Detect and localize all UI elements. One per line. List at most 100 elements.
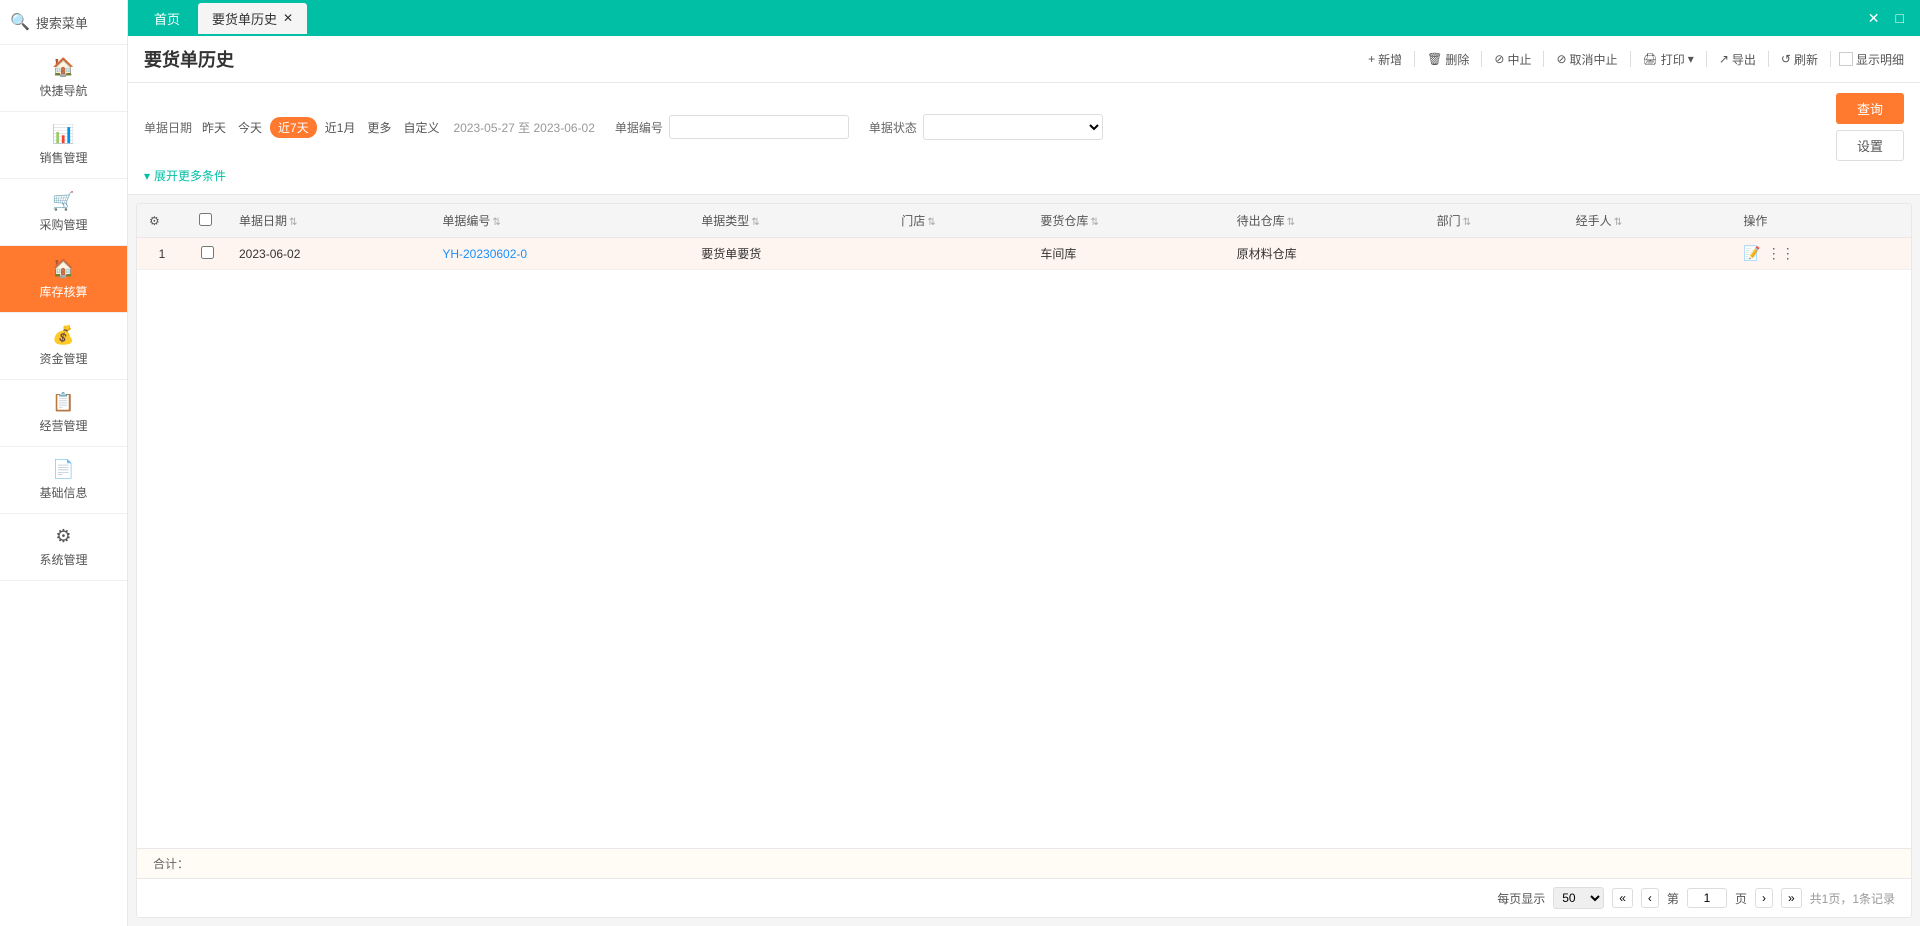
sidebar-item-label: 销售管理 bbox=[39, 149, 87, 166]
cancel-stop-label: 取消中止 bbox=[1570, 51, 1618, 68]
tab-requisition-history[interactable]: 要货单历史 ✕ bbox=[198, 3, 307, 34]
page-title: 要货单历史 bbox=[144, 46, 234, 72]
table-header-row: ⚙ 单据日期⇅ 单据编号⇅ 单据类型⇅ bbox=[137, 204, 1911, 238]
row-more-icon[interactable]: ⋮⋮ bbox=[1767, 245, 1795, 262]
sidebar-search[interactable]: 🔍 搜索菜单 bbox=[0, 0, 127, 45]
home-icon: 🏠 bbox=[52, 57, 74, 78]
total-info: 共1页，1条记录 bbox=[1810, 890, 1895, 907]
refresh-button[interactable]: ↺ 刷新 bbox=[1777, 49, 1822, 70]
date-more-btn[interactable]: 更多 bbox=[363, 117, 395, 138]
req-warehouse-sort-icon[interactable]: ⇅ bbox=[1090, 217, 1098, 228]
window-maximize-icon[interactable]: □ bbox=[1892, 8, 1908, 28]
select-all-checkbox[interactable] bbox=[199, 213, 212, 226]
stop-button[interactable]: ⊘ 中止 bbox=[1490, 49, 1535, 70]
topbar: 首页 要货单历史 ✕ ✕ □ bbox=[128, 0, 1920, 36]
store-sort-icon[interactable]: ⇅ bbox=[927, 217, 935, 228]
pending-warehouse-sort-icon[interactable]: ⇅ bbox=[1287, 217, 1295, 228]
expand-more-icon: ▾ bbox=[144, 169, 150, 183]
page-number-input[interactable] bbox=[1687, 888, 1727, 908]
department-sort-icon[interactable]: ⇅ bbox=[1463, 217, 1471, 228]
date-range-display: 2023-05-27 至 2023-06-02 bbox=[453, 119, 594, 136]
sidebar-item-inventory[interactable]: 🏠 库存核算 bbox=[0, 246, 127, 313]
export-button[interactable]: ↗ 导出 bbox=[1715, 49, 1760, 70]
row-number-link[interactable]: YH-20230602-0 bbox=[442, 247, 527, 261]
sidebar-item-operations[interactable]: 📋 经营管理 bbox=[0, 380, 127, 447]
sidebar-item-basic[interactable]: 📄 基础信息 bbox=[0, 447, 127, 514]
sidebar-item-sales[interactable]: 📊 销售管理 bbox=[0, 112, 127, 179]
next-page-btn[interactable]: › bbox=[1755, 888, 1773, 908]
print-icon: 🖨 bbox=[1643, 52, 1658, 66]
date-filter: 单据日期 昨天 今天 近7天 近1月 更多 自定义 2023-05-27 至 2… bbox=[144, 117, 595, 138]
summary-label: 合计： bbox=[153, 857, 189, 871]
page-header: 要货单历史 + 新增 🗑 删除 ⊘ 中止 ⊘ bbox=[128, 36, 1920, 83]
prev-page-btn[interactable]: ‹ bbox=[1641, 888, 1659, 908]
expand-more-btn[interactable]: ▾ 展开更多条件 bbox=[144, 167, 1904, 184]
date-last7days-btn[interactable]: 近7天 bbox=[270, 117, 317, 138]
divider2 bbox=[1481, 51, 1482, 67]
display-detail-label: 显示明细 bbox=[1856, 51, 1904, 68]
search-icon: 🔍 bbox=[10, 12, 30, 32]
row-edit-icon[interactable]: 📝 bbox=[1743, 245, 1760, 262]
sidebar-item-finance[interactable]: 💰 资金管理 bbox=[0, 313, 127, 380]
setting-button[interactable]: 设置 bbox=[1836, 130, 1904, 161]
number-sort-icon[interactable]: ⇅ bbox=[492, 217, 500, 228]
purchase-icon: 🛒 bbox=[52, 191, 74, 212]
date-sort-icon[interactable]: ⇅ bbox=[289, 217, 297, 228]
type-col-header: 单据类型⇅ bbox=[689, 204, 889, 238]
sidebar-item-label: 基础信息 bbox=[39, 484, 87, 501]
new-button[interactable]: + 新增 bbox=[1364, 49, 1406, 70]
doc-number-filter: 单据编号 bbox=[615, 115, 849, 139]
divider6 bbox=[1768, 51, 1769, 67]
row-department-cell bbox=[1425, 238, 1564, 270]
row-checkbox[interactable] bbox=[201, 246, 214, 259]
delete-icon: 🗑 bbox=[1427, 52, 1442, 66]
row-handler-cell bbox=[1564, 238, 1732, 270]
date-custom-btn[interactable]: 自定义 bbox=[399, 117, 443, 138]
cancel-stop-icon: ⊘ bbox=[1556, 52, 1566, 66]
pagination-bar: 每页显示 50 20 100 « ‹ 第 页 › » 共1页，1条记录 bbox=[137, 878, 1911, 917]
handler-sort-icon[interactable]: ⇅ bbox=[1614, 217, 1622, 228]
query-button[interactable]: 查询 bbox=[1836, 93, 1904, 124]
window-close-icon[interactable]: ✕ bbox=[1864, 8, 1884, 29]
filter-bar: 单据日期 昨天 今天 近7天 近1月 更多 自定义 2023-05-27 至 2… bbox=[128, 83, 1920, 195]
sales-icon: 📊 bbox=[52, 124, 74, 145]
tab-requisition-label: 要货单历史 bbox=[212, 9, 277, 28]
settings-col-header[interactable]: ⚙ bbox=[137, 204, 187, 238]
store-col-header: 门店⇅ bbox=[889, 204, 1028, 238]
first-page-btn[interactable]: « bbox=[1612, 888, 1633, 908]
divider5 bbox=[1706, 51, 1707, 67]
date-today-btn[interactable]: 今天 bbox=[234, 117, 266, 138]
delete-button[interactable]: 🗑 删除 bbox=[1423, 49, 1473, 70]
cancel-stop-button[interactable]: ⊘ 取消中止 bbox=[1552, 49, 1621, 70]
sidebar-item-quick-nav[interactable]: 🏠 快捷导航 bbox=[0, 45, 127, 112]
display-detail-checkbox[interactable] bbox=[1839, 52, 1853, 66]
date-yesterday-btn[interactable]: 昨天 bbox=[198, 117, 230, 138]
sidebar-search-label: 搜索菜单 bbox=[36, 13, 88, 32]
row-type-cell: 要货单要货 bbox=[689, 238, 889, 270]
print-button[interactable]: 🖨 打印 ▾ bbox=[1639, 49, 1698, 70]
new-label: 新增 bbox=[1378, 51, 1402, 68]
sidebar-item-label: 资金管理 bbox=[39, 350, 87, 367]
doc-status-filter: 单据状态 bbox=[869, 114, 1103, 140]
page-label: 第 bbox=[1667, 890, 1679, 907]
handler-col-header: 经手人⇅ bbox=[1564, 204, 1732, 238]
type-sort-icon[interactable]: ⇅ bbox=[751, 217, 759, 228]
sidebar-item-purchase[interactable]: 🛒 采购管理 bbox=[0, 179, 127, 246]
pending-warehouse-col-header: 待出仓库⇅ bbox=[1225, 204, 1425, 238]
page-size-select[interactable]: 50 20 100 bbox=[1553, 887, 1604, 909]
date-col-header: 单据日期⇅ bbox=[227, 204, 430, 238]
doc-number-input[interactable] bbox=[669, 115, 849, 139]
sidebar-item-label: 采购管理 bbox=[39, 216, 87, 233]
date-last1month-btn[interactable]: 近1月 bbox=[321, 117, 360, 138]
row-checkbox-cell bbox=[187, 238, 227, 270]
last-page-btn[interactable]: » bbox=[1781, 888, 1802, 908]
display-detail-button[interactable]: 显示明细 bbox=[1839, 51, 1904, 68]
main-area: 首页 要货单历史 ✕ ✕ □ 要货单历史 + 新增 🗑 删除 bbox=[128, 0, 1920, 926]
tab-home[interactable]: 首页 bbox=[140, 3, 194, 34]
doc-status-select[interactable] bbox=[923, 114, 1103, 140]
delete-label: 删除 bbox=[1445, 51, 1469, 68]
sidebar-item-system[interactable]: ⚙ 系统管理 bbox=[0, 514, 127, 581]
tab-close-icon[interactable]: ✕ bbox=[283, 11, 293, 25]
page-size-label: 每页显示 bbox=[1497, 890, 1545, 907]
date-filter-label: 单据日期 bbox=[144, 119, 192, 136]
